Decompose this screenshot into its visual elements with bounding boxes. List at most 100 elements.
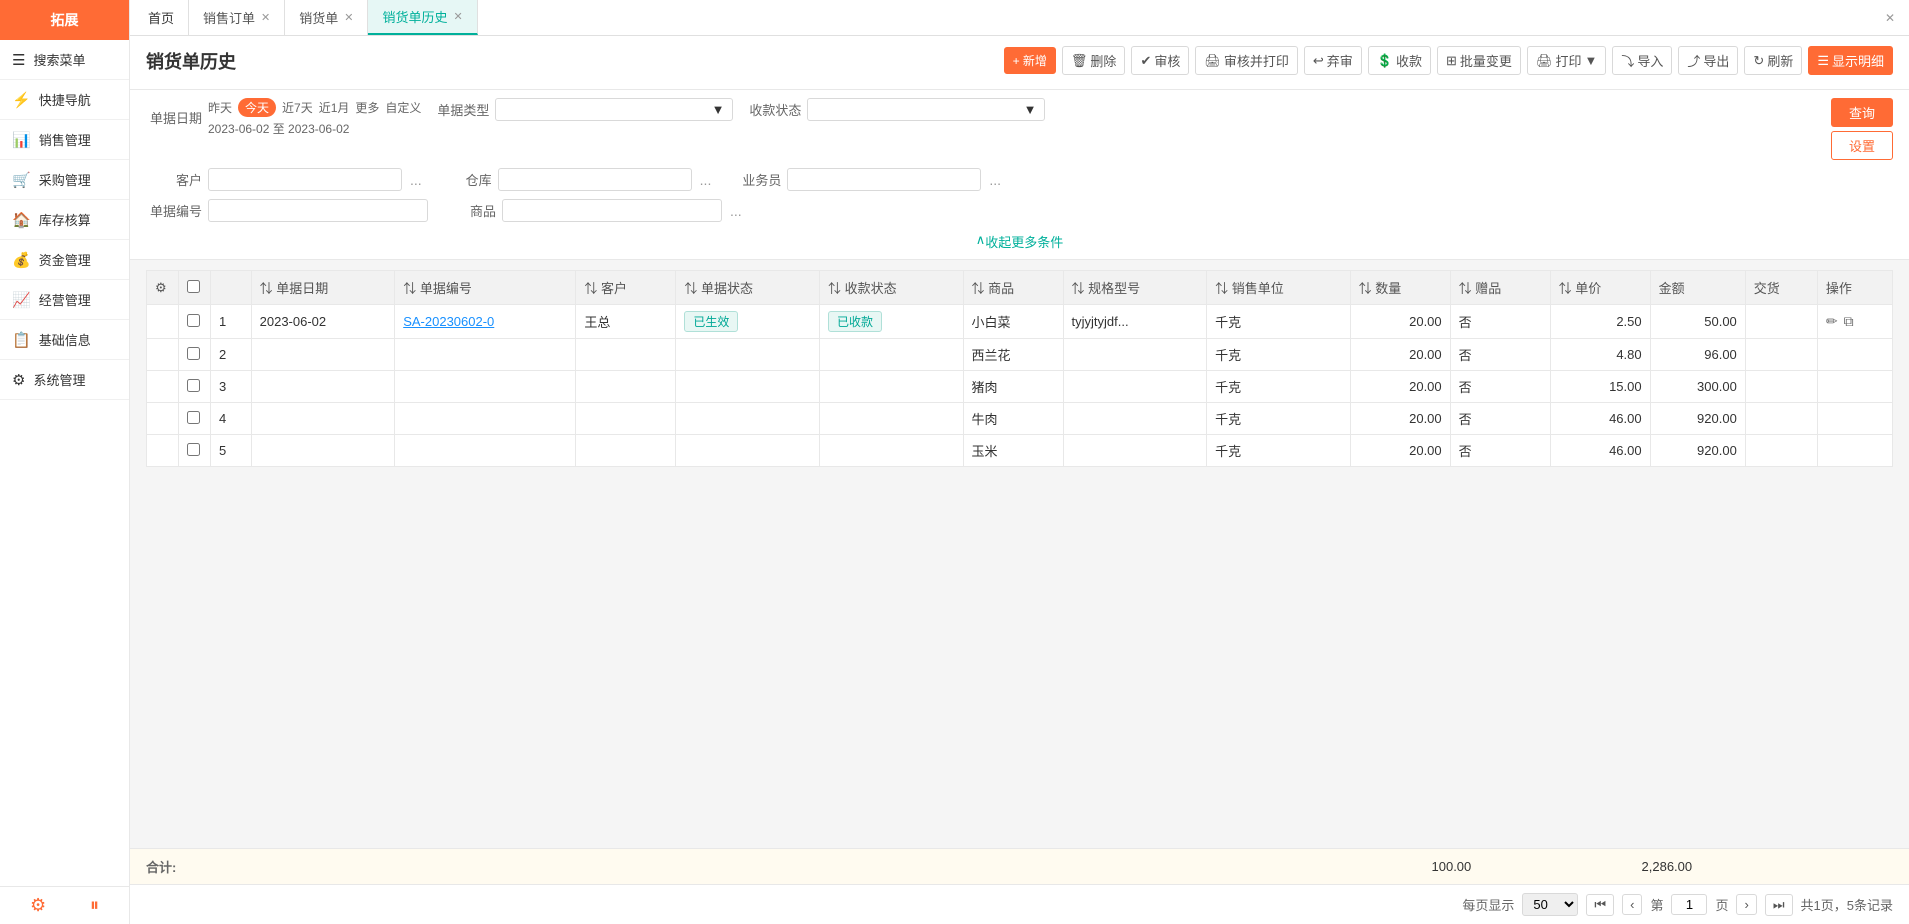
audit-print-button[interactable]: 🖨 审核并打印 (1195, 46, 1298, 75)
row-checkbox-input[interactable] (187, 347, 200, 360)
doc-type-select[interactable]: ▼ (495, 98, 733, 121)
copy-icon[interactable]: ⧉ (1844, 313, 1854, 330)
tab-sales-history[interactable]: 销货单历史 ✕ (368, 0, 477, 35)
table-checkbox-header[interactable] (179, 271, 211, 305)
query-button[interactable]: 查询 (1831, 98, 1893, 127)
sidebar-item-label: 搜索菜单 (33, 50, 85, 69)
purchase-mgmt-icon: 🛒 (12, 171, 31, 189)
tab-sales-history-label: 销货单历史 (382, 7, 447, 26)
table-customer-header[interactable]: ⇅ 客户 (576, 271, 676, 305)
sidebar-item-inventory[interactable]: 🏠 库存核算 (0, 200, 129, 240)
tab-sales-delivery-close-icon[interactable]: ✕ (344, 11, 353, 24)
abandon-button[interactable]: ↩ 弃审 (1304, 46, 1362, 75)
page-of-label: 页 (1715, 895, 1728, 914)
date-shortcuts: 昨天 今天 近7天 近1月 更多 自定义 (208, 98, 421, 117)
tab-sales-order[interactable]: 销售订单 ✕ (189, 0, 285, 35)
table-docdate-header[interactable]: ⇅ 单据日期 (251, 271, 395, 305)
tab-close-all-button[interactable]: ✕ (1875, 11, 1905, 25)
doc-no-input[interactable] (208, 199, 428, 222)
warehouse-ellipsis-button[interactable]: ... (698, 172, 714, 188)
display-detail-button[interactable]: ☰ 显示明细 (1808, 46, 1893, 75)
page-number-input[interactable]: 1 (1671, 894, 1707, 915)
goods-input[interactable] (502, 199, 722, 222)
table-rowno-header (211, 271, 252, 305)
sidebar-item-quick-nav[interactable]: ⚡ 快捷导航 (0, 80, 129, 120)
audit-button[interactable]: ✔ 审核 (1131, 46, 1189, 75)
per-page-select[interactable]: 50 100 (1522, 893, 1578, 916)
refresh-button[interactable]: ↻ 刷新 (1744, 46, 1802, 75)
shortcut-more[interactable]: 更多 (355, 99, 379, 116)
warehouse-input[interactable] (498, 168, 692, 191)
set-button[interactable]: 设置 (1831, 131, 1893, 160)
delete-button[interactable]: 🗑 删除 (1062, 46, 1126, 75)
row-checkbox[interactable] (179, 339, 211, 371)
import-button[interactable]: ⤵ 导入 (1612, 46, 1672, 75)
batch-change-button[interactable]: ⊞ 批量变更 (1437, 46, 1521, 75)
sidebar-item-sales-mgmt[interactable]: 📊 销售管理 (0, 120, 129, 160)
sidebar-settings-icon[interactable]: ⚙ (30, 895, 46, 916)
table-price-header[interactable]: ⇅ 单价 (1550, 271, 1650, 305)
edit-icon[interactable]: ✏ (1826, 313, 1838, 330)
sidebar-item-base-info[interactable]: 📋 基础信息 (0, 320, 129, 360)
page-next-button[interactable]: › (1736, 894, 1756, 915)
row-checkbox[interactable] (179, 305, 211, 339)
table-settings-header[interactable]: ⚙ (147, 271, 179, 305)
row-checkbox-input[interactable] (187, 443, 200, 456)
goods-ellipsis-button[interactable]: ... (728, 203, 744, 219)
tab-sales-delivery[interactable]: 销货单 ✕ (285, 0, 368, 35)
sidebar-item-finance[interactable]: 💰 资金管理 (0, 240, 129, 280)
agent-input[interactable] (787, 168, 981, 191)
shortcut-yesterday[interactable]: 昨天 (208, 99, 232, 116)
tab-sales-history-close-icon[interactable]: ✕ (454, 10, 463, 23)
sidebar-item-search-menu[interactable]: ☰ 搜索菜单 (0, 40, 129, 80)
status-badge: 已生效 (684, 311, 738, 332)
shortcut-7days[interactable]: 近7天 (282, 99, 313, 116)
sidebar-item-purchase-mgmt[interactable]: 🛒 采购管理 (0, 160, 129, 200)
export-button[interactable]: ⤴ 导出 (1678, 46, 1738, 75)
print-button[interactable]: 🖨 打印 ▼ (1527, 46, 1606, 75)
sidebar-item-label: 销售管理 (39, 130, 91, 149)
table-collectstatus-header[interactable]: ⇅ 收款状态 (819, 271, 963, 305)
tab-sales-order-close-icon[interactable]: ✕ (261, 11, 270, 24)
table-qty-header[interactable]: ⇅ 数量 (1350, 271, 1450, 305)
customer-input[interactable] (208, 168, 402, 191)
doc-no-link[interactable]: SA-20230602-0 (403, 314, 494, 329)
filter-group-date: 单据日期 昨天 今天 近7天 近1月 更多 自定义 2023-06-02 至 2… (146, 98, 421, 137)
select-all-checkbox[interactable] (187, 280, 200, 293)
shortcut-today[interactable]: 今天 (238, 98, 276, 117)
row-settings (147, 435, 179, 467)
row-checkbox-input[interactable] (187, 314, 200, 327)
customer-ellipsis-button[interactable]: ... (408, 172, 424, 188)
collect-status-select[interactable]: ▼ (807, 98, 1045, 121)
agent-ellipsis-button[interactable]: ... (987, 172, 1003, 188)
table-amount-header: 金额 (1650, 271, 1745, 305)
shortcut-custom[interactable]: 自定义 (385, 99, 421, 116)
page-first-button[interactable]: ⏮ (1586, 894, 1614, 916)
row-checkbox[interactable] (179, 371, 211, 403)
row-checkbox-input[interactable] (187, 411, 200, 424)
doc-type-label: 单据类型 (433, 100, 489, 119)
table-docno-header[interactable]: ⇅ 单据编号 (395, 271, 576, 305)
page-prev-button[interactable]: ‹ (1622, 894, 1642, 915)
audit-print-icon: 🖨 (1204, 53, 1221, 69)
sidebar-item-label: 资金管理 (39, 250, 91, 269)
collect-button[interactable]: 💲 收款 (1368, 46, 1431, 75)
tab-home[interactable]: 首页 (134, 0, 189, 35)
sidebar-item-system-mgmt[interactable]: ⚙ 系统管理 (0, 360, 129, 400)
row-no: 1 (211, 305, 252, 339)
new-button[interactable]: + 新增 (1004, 47, 1056, 74)
page-last-button[interactable]: ⏭ (1765, 894, 1793, 916)
row-checkbox[interactable] (179, 403, 211, 435)
row-checkbox[interactable] (179, 435, 211, 467)
table-goods-header[interactable]: ⇅ 商品 (963, 271, 1063, 305)
filter-collapse-button[interactable]: ∧ 收起更多条件 (146, 230, 1893, 255)
table-docstatus-header[interactable]: ⇅ 单据状态 (676, 271, 820, 305)
sidebar-collapse-icon[interactable]: ⏸ (90, 895, 99, 916)
row-docdate (251, 403, 395, 435)
table-unit-header[interactable]: ⇅ 销售单位 (1207, 271, 1351, 305)
sidebar-item-operations[interactable]: 📈 经营管理 (0, 280, 129, 320)
row-checkbox-input[interactable] (187, 379, 200, 392)
table-spec-header[interactable]: ⇅ 规格型号 (1063, 271, 1207, 305)
shortcut-1month[interactable]: 近1月 (319, 99, 350, 116)
table-gift-header[interactable]: ⇅ 赠品 (1450, 271, 1550, 305)
